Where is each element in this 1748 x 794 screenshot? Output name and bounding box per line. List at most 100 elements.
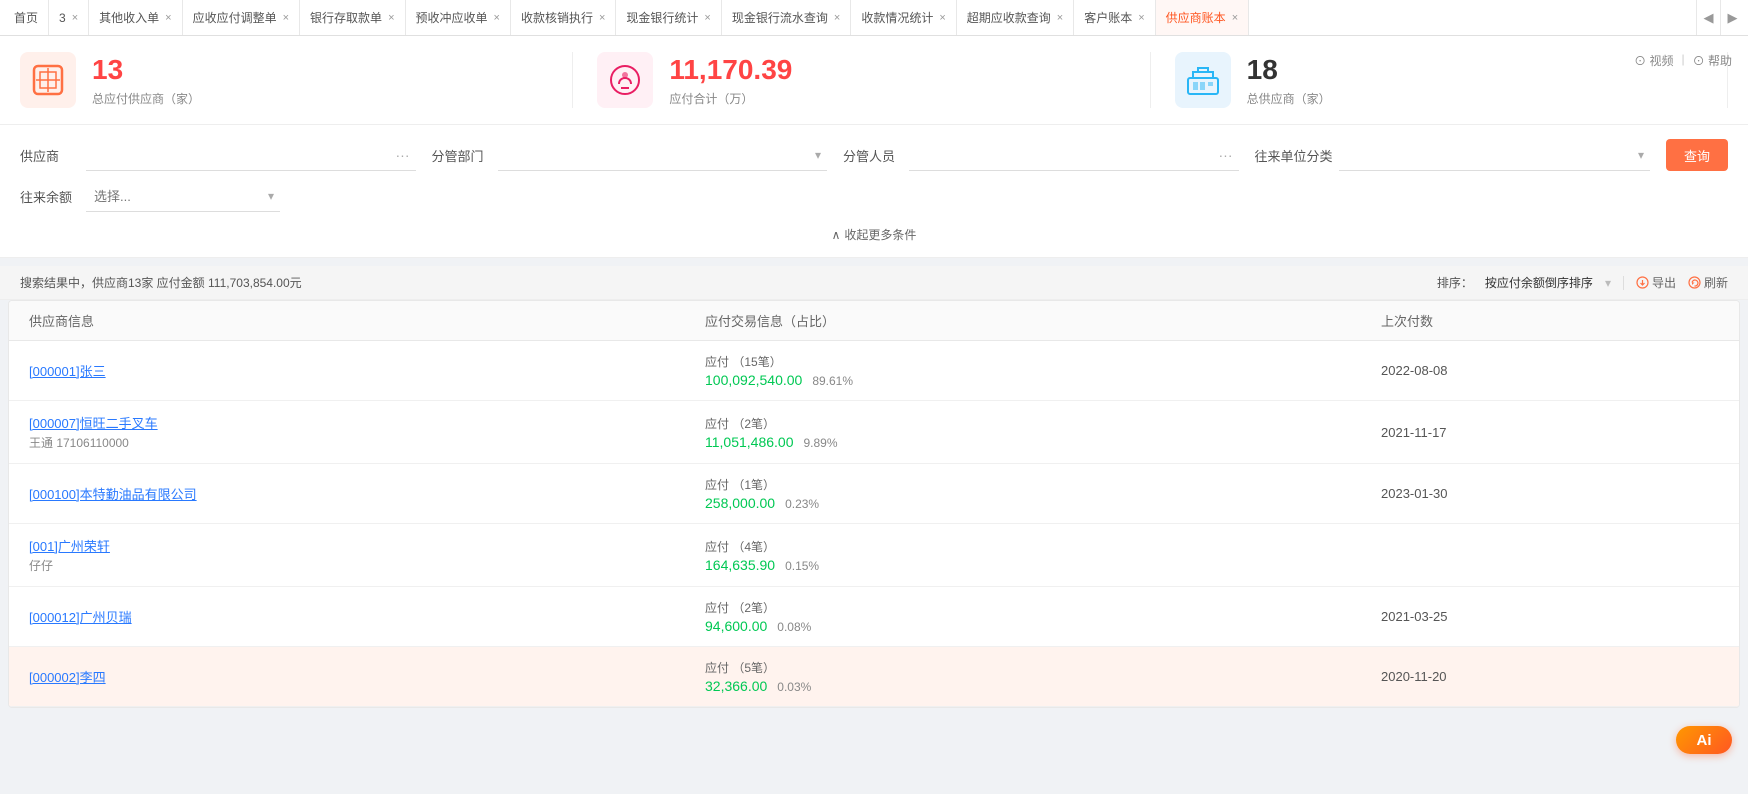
total-suppliers-label: 总供应商（家） [1247, 90, 1331, 107]
nav-tab-collect-verify[interactable]: 收款核销执行 × [511, 0, 616, 36]
supplier-link-000007[interactable]: [000007]恒旺二手叉车 [29, 416, 158, 431]
export-button[interactable]: 导出 [1636, 274, 1676, 291]
col-header-supplier: 供应商信息 [29, 311, 705, 330]
last-pay-000007: 2021-11-17 [1381, 425, 1719, 440]
last-pay-000001: 2022-08-08 [1381, 363, 1719, 378]
nav-tab-other-income-close[interactable]: × [165, 12, 171, 24]
tx-info-000100: 应付 （1笔） 258,000.00 0.23% [705, 476, 1381, 511]
tx-info-000001: 应付 （15笔） 100,092,540.00 89.61% [705, 353, 1381, 388]
nav-tab-collect-verify-close[interactable]: × [599, 12, 605, 24]
payable-total-value: 11,170.39 [669, 53, 792, 87]
top-right-links: ⊙ 视频 | ⊙ 帮助 [1634, 52, 1732, 69]
nav-tab-overdue-collect[interactable]: 超期应收款查询 × [957, 0, 1074, 36]
supplier-link-000002[interactable]: [000002]李四 [29, 670, 106, 685]
collapse-button[interactable]: ∧ 收起更多条件 [20, 222, 1728, 247]
col-header-tx: 应付交易信息（占比） [705, 311, 1381, 330]
nav-tab-customer-account[interactable]: 客户账本 × [1074, 0, 1155, 36]
nav-tab-cash-bank-flow-close[interactable]: × [834, 12, 840, 24]
filter-row-2: 往来余额 ▾ [20, 181, 1728, 212]
nav-tab-home-label: 首页 [14, 9, 38, 26]
summary-bar: 13 总应付供应商（家） 11,170.39 应付合计（万） [0, 36, 1748, 125]
help-link[interactable]: ⊙ 帮助 [1693, 52, 1732, 69]
result-bar: 搜索结果中，供应商13家 应付金额 111,703,854.00元 排序： 按应… [0, 266, 1748, 300]
category-chevron-icon[interactable]: ▾ [1638, 148, 1644, 162]
supplier-label: 供应商 [20, 146, 80, 165]
nav-tab-overdue-collect-label: 超期应收款查询 [967, 9, 1051, 26]
nav-tab-overdue-collect-close[interactable]: × [1057, 12, 1063, 24]
supplier-link-000001[interactable]: [000001]张三 [29, 364, 106, 379]
supplier-info-000002: [000002]李四 [29, 667, 705, 686]
category-label: 往来单位分类 [1255, 146, 1333, 165]
nav-tab-3[interactable]: 3 × [49, 0, 89, 36]
nav-tab-cash-bank-flow-label: 现金银行流水查询 [732, 9, 828, 26]
nav-tab-other-income-label: 其他收入单 [99, 9, 159, 26]
category-input[interactable] [1339, 140, 1650, 170]
filter-person: 分管人员 ··· [843, 140, 1239, 171]
table-row: [000007]恒旺二手叉车 王通 17106110000 应付 （2笔） 11… [9, 401, 1739, 464]
dept-select-wrap: ▾ [498, 140, 828, 171]
nav-tab-3-close[interactable]: × [72, 12, 78, 24]
summary-card-payable-total: 11,170.39 应付合计（万） [573, 52, 1150, 108]
payable-total-info: 11,170.39 应付合计（万） [669, 53, 792, 108]
nav-tab-supplier-account-label: 供应商账本 [1166, 9, 1226, 26]
video-link[interactable]: ⊙ 视频 [1634, 52, 1673, 69]
payable-suppliers-icon [20, 52, 76, 108]
nav-tab-bank-deposit-label: 银行存取款单 [310, 9, 382, 26]
balance-chevron-icon[interactable]: ▾ [268, 189, 274, 203]
collapse-chevron-icon: ∧ [832, 228, 841, 242]
supplier-link-000100[interactable]: [000100]本特勤油品有限公司 [29, 487, 197, 502]
nav-tab-bank-deposit-close[interactable]: × [388, 12, 394, 24]
supplier-link-001[interactable]: [001]广州荣轩 [29, 539, 110, 554]
filter-area: 供应商 ··· 分管部门 ▾ 分管人员 ··· 往来单位分类 [0, 125, 1748, 258]
payable-total-icon [597, 52, 653, 108]
nav-tab-other-income[interactable]: 其他收入单 × [89, 0, 182, 36]
filter-balance: 往来余额 ▾ [20, 181, 280, 212]
nav-tab-cash-bank-flow[interactable]: 现金银行流水查询 × [722, 0, 851, 36]
refresh-button[interactable]: 刷新 [1688, 274, 1728, 291]
nav-tab-cash-bank-stats-close[interactable]: × [704, 12, 710, 24]
payable-total-label: 应付合计（万） [669, 90, 792, 107]
dept-chevron-icon[interactable]: ▾ [815, 148, 821, 162]
balance-input[interactable] [86, 181, 280, 211]
nav-tab-supplier-account-close[interactable]: × [1232, 12, 1238, 24]
filter-category: 往来单位分类 ▾ [1255, 140, 1651, 171]
table-row: [000002]李四 应付 （5笔） 32,366.00 0.03% 2020-… [9, 647, 1739, 707]
nav-tab-3-label: 3 [59, 11, 66, 25]
nav-tab-collect-stats[interactable]: 收款情况统计 × [851, 0, 956, 36]
supplier-link-000012[interactable]: [000012]广州贝瑞 [29, 610, 132, 625]
nav-tab-cash-bank-stats-label: 现金银行统计 [626, 9, 698, 26]
nav-tab-payable-adjust-close[interactable]: × [283, 12, 289, 24]
nav-tab-customer-account-close[interactable]: × [1138, 12, 1144, 24]
data-table: 供应商信息 应付交易信息（占比） 上次付数 [000001]张三 应付 （15笔… [8, 300, 1740, 708]
person-dots-icon[interactable]: ··· [1219, 147, 1233, 163]
nav-tab-prepay-collect[interactable]: 预收冲应收单 × [406, 0, 511, 36]
supplier-info-000100: [000100]本特勤油品有限公司 [29, 484, 705, 503]
nav-tab-collect-stats-close[interactable]: × [939, 12, 945, 24]
nav-tab-cash-bank-stats[interactable]: 现金银行统计 × [616, 0, 721, 36]
nav-prev-arrow[interactable]: ◀ [1696, 0, 1720, 36]
supplier-sub-001: 仔仔 [29, 557, 705, 574]
supplier-info-001: [001]广州荣轩 仔仔 [29, 536, 705, 574]
nav-arrows: ◀ ▶ [1696, 0, 1744, 36]
nav-tab-home[interactable]: 首页 [4, 0, 49, 36]
table-row: [000001]张三 应付 （15笔） 100,092,540.00 89.61… [9, 341, 1739, 401]
nav-tab-bank-deposit[interactable]: 银行存取款单 × [300, 0, 405, 36]
person-input[interactable] [909, 140, 1239, 170]
nav-tab-prepay-collect-label: 预收冲应收单 [416, 9, 488, 26]
table-header: 供应商信息 应付交易信息（占比） 上次付数 [9, 301, 1739, 341]
nav-tab-supplier-account[interactable]: 供应商账本 × [1156, 0, 1249, 36]
supplier-dots-icon[interactable]: ··· [396, 147, 410, 163]
tx-info-001: 应付 （4笔） 164,635.90 0.15% [705, 538, 1381, 573]
supplier-info-000012: [000012]广州贝瑞 [29, 607, 705, 626]
dept-input[interactable] [498, 140, 828, 170]
search-button[interactable]: 查询 [1666, 139, 1728, 171]
ai-button[interactable]: Ai [1676, 726, 1732, 754]
sort-value[interactable]: 按应付余额倒序排序 [1485, 274, 1593, 291]
category-select-wrap: ▾ [1339, 140, 1650, 171]
nav-next-arrow[interactable]: ▶ [1720, 0, 1744, 36]
sort-label: 排序： [1437, 274, 1473, 291]
supplier-input[interactable] [86, 140, 416, 170]
nav-tab-prepay-collect-close[interactable]: × [494, 12, 500, 24]
nav-tab-payable-adjust[interactable]: 应收应付调整单 × [183, 0, 300, 36]
ai-button-label: Ai [1697, 732, 1712, 749]
